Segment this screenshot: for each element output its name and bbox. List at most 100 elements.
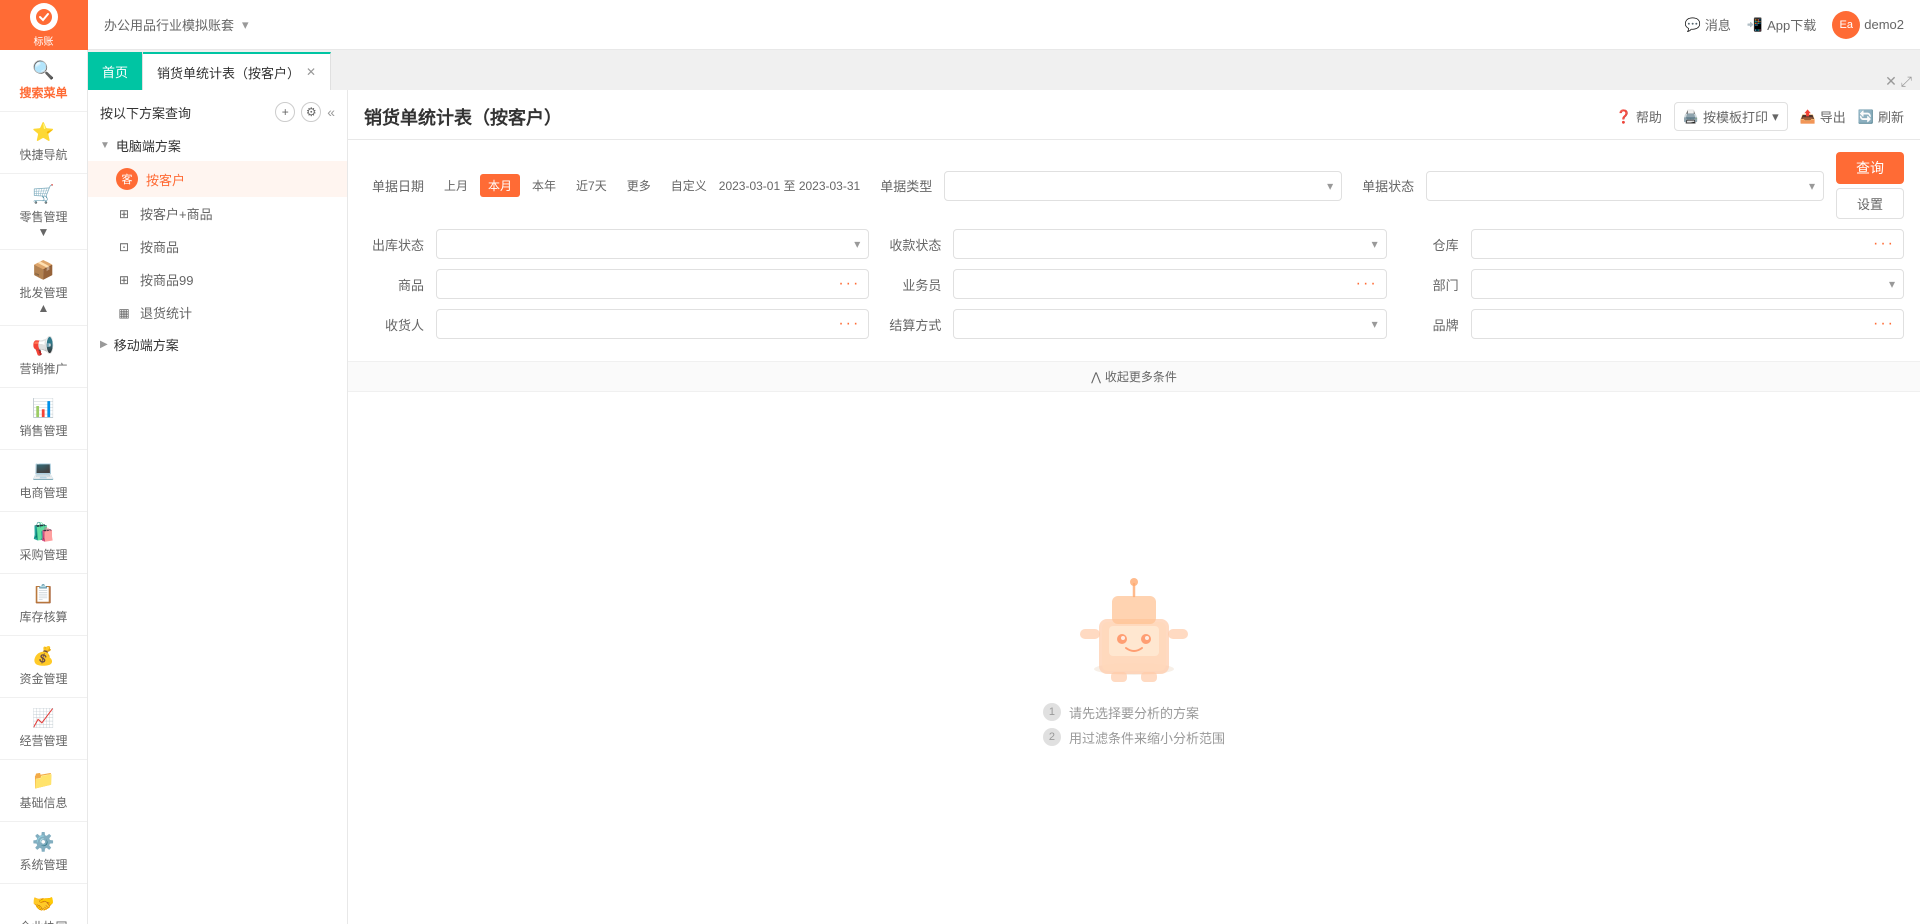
user-menu[interactable]: Ea demo2 [1832, 11, 1904, 39]
refresh-btn[interactable]: 🔄 刷新 [1858, 107, 1904, 126]
collect-status-label: 收款状态 [881, 235, 941, 254]
app-download-label: App下载 [1767, 15, 1816, 34]
app-download-btn[interactable]: 📲 App下载 [1747, 15, 1816, 34]
warehouse-select[interactable]: ··· [1471, 229, 1904, 259]
settings-btn[interactable]: 设置 [1836, 188, 1904, 219]
scheme-return-stat[interactable]: ▦ 退货统计 [88, 296, 347, 329]
order-type-dropdown-icon: ▾ [1327, 179, 1333, 193]
sidebar-item-sales[interactable]: 📊 销售管理 [0, 388, 87, 450]
mobile-expand-icon: ▶ [100, 339, 108, 350]
sidebar-item-enterprise[interactable]: 🤝 企业协同 [0, 884, 87, 924]
filter-row-1: 单据日期 上月 本月 本年 近7天 更多 自定义 2023-03-01 至 20… [364, 152, 1904, 219]
sidebar-item-system[interactable]: ⚙️ 系统管理 [0, 822, 87, 884]
tab-maximize-btn[interactable]: ⤢ [1901, 73, 1912, 90]
refresh-icon: 🔄 [1858, 109, 1874, 125]
empty-hint-2: 2 用过滤条件来缩小分析范围 [1043, 728, 1225, 747]
empty-hint-1: 1 请先选择要分析的方案 [1043, 703, 1225, 722]
tab-close-icon[interactable]: ✕ [306, 65, 316, 79]
sidebar-item-purchase[interactable]: 🛍️ 采购管理 [0, 512, 87, 574]
sidebar-item-finance[interactable]: 💰 资金管理 [0, 636, 87, 698]
out-status-select[interactable]: ▾ [436, 229, 869, 259]
tab-sales-stat[interactable]: 销货单统计表（按客户） ✕ [143, 52, 331, 90]
help-label: 帮助 [1636, 107, 1662, 126]
date-btn-last-month[interactable]: 上月 [436, 174, 476, 197]
order-status-label: 单据状态 [1354, 176, 1414, 195]
sidebar-label-nav: 快捷导航 [19, 146, 67, 163]
export-label: 导出 [1820, 107, 1846, 126]
sidebar-item-wholesale[interactable]: 📦 批发管理 ▲ [0, 250, 87, 326]
help-icon: ❓ [1616, 109, 1632, 125]
salesperson-select[interactable]: ··· [953, 269, 1386, 299]
date-btn-7days[interactable]: 近7天 [568, 174, 615, 197]
date-range: 2023-03-01 至 2023-03-31 [719, 177, 860, 194]
sidebar-item-search[interactable]: 🔍 搜索菜单 [0, 50, 87, 112]
date-btn-this-year[interactable]: 本年 [524, 174, 564, 197]
scheme-by-customer-goods[interactable]: ⊞ 按客户+商品 [88, 197, 347, 230]
collapse-bar[interactable]: ⋀ 收起更多条件 [348, 362, 1920, 392]
order-status-select[interactable]: ▾ [1426, 171, 1824, 201]
scheme-label-customer-goods: 按客户+商品 [140, 204, 213, 223]
desktop-scheme-group: ▼ 电脑端方案 客 按客户 ⊞ 按客户+商品 ⊡ 按商品 ⊞ 按商品99 [88, 130, 347, 329]
goods-label: 商品 [364, 275, 424, 294]
out-status-dropdown-icon: ▾ [854, 237, 860, 251]
date-btn-custom[interactable]: 自定义 [663, 174, 715, 197]
print-icon: 🖨️ [1683, 109, 1699, 125]
add-scheme-btn[interactable]: + [275, 102, 295, 122]
help-btn[interactable]: ❓ 帮助 [1616, 107, 1662, 126]
scheme-settings-btn[interactable]: ⚙ [301, 102, 321, 122]
right-content: 销货单统计表（按客户） ❓ 帮助 🖨️ 按模板打印 ▾ 📤 导出 [348, 90, 1920, 924]
scheme-by-customer[interactable]: 客 按客户 [88, 161, 347, 197]
message-label: 消息 [1705, 15, 1731, 34]
brand-label: 品牌 [1399, 315, 1459, 334]
basic-icon: 📁 [32, 770, 54, 791]
brand-select[interactable]: ··· [1471, 309, 1904, 339]
collapse-panel-btn[interactable]: « [327, 104, 335, 120]
tab-home[interactable]: 首页 [88, 52, 143, 90]
collect-status-select[interactable]: ▾ [953, 229, 1386, 259]
receiver-label: 收货人 [364, 315, 424, 334]
settle-method-label: 结算方式 [881, 315, 941, 334]
sidebar-label-sales: 销售管理 [19, 422, 67, 439]
sidebar-item-operation[interactable]: 📈 经营管理 [0, 698, 87, 760]
query-btn[interactable]: 查询 [1836, 152, 1904, 184]
dropdown-icon[interactable]: ▾ [242, 17, 249, 33]
hint-text-1: 请先选择要分析的方案 [1069, 703, 1199, 722]
sidebar-item-nav[interactable]: ⭐ 快捷导航 [0, 112, 87, 174]
mobile-group-header[interactable]: ▶ 移动端方案 [88, 329, 347, 360]
receiver-select[interactable]: ··· [436, 309, 869, 339]
download-icon: 📲 [1747, 17, 1763, 33]
date-group: 上月 本月 本年 近7天 更多 自定义 2023-03-01 至 2023-03… [436, 174, 860, 197]
left-panel: 按以下方案查询 + ⚙ « ▼ 电脑端方案 客 按客户 ⊞ 按客 [88, 90, 348, 924]
print-dropdown-icon: ▾ [1772, 109, 1779, 125]
collect-status-dropdown-icon: ▾ [1372, 237, 1378, 251]
settle-method-select[interactable]: ▾ [953, 309, 1386, 339]
warehouse-dots: ··· [1873, 235, 1895, 253]
order-type-select[interactable]: ▾ [944, 171, 1342, 201]
export-icon: 📤 [1800, 109, 1816, 125]
department-select[interactable]: ▾ [1471, 269, 1904, 299]
scheme-by-goods[interactable]: ⊡ 按商品 [88, 230, 347, 263]
goods-select[interactable]: ··· [436, 269, 869, 299]
desktop-group-header[interactable]: ▼ 电脑端方案 [88, 130, 347, 161]
sidebar-item-marketing[interactable]: 📢 营销推广 [0, 326, 87, 388]
date-btn-more[interactable]: 更多 [619, 174, 659, 197]
sidebar-item-retail[interactable]: 🛒 零售管理 ▼ [0, 174, 87, 250]
date-btn-this-month[interactable]: 本月 [480, 174, 520, 197]
print-btn[interactable]: 🖨️ 按模板打印 ▾ [1674, 102, 1788, 131]
tab-minimize-btn[interactable]: ✕ [1885, 73, 1897, 90]
sidebar-label-finance: 资金管理 [19, 670, 67, 687]
sidebar-label-purchase: 采购管理 [19, 546, 67, 563]
enterprise-icon: 🤝 [32, 894, 54, 915]
operation-icon: 📈 [32, 708, 54, 729]
sidebar-label-search: 搜索菜单 [19, 84, 67, 101]
purchase-icon: 🛍️ [32, 522, 54, 543]
mobile-group-label: 移动端方案 [114, 335, 179, 354]
sidebar-item-inventory[interactable]: 📋 库存核算 [0, 574, 87, 636]
sidebar-item-basic[interactable]: 📁 基础信息 [0, 760, 87, 822]
empty-text: 1 请先选择要分析的方案 2 用过滤条件来缩小分析范围 [1043, 703, 1225, 753]
message-btn[interactable]: 💬 消息 [1685, 15, 1731, 34]
scheme-by-goods-99[interactable]: ⊞ 按商品99 [88, 263, 347, 296]
sidebar-item-ecommerce[interactable]: 💻 电商管理 [0, 450, 87, 512]
header-left: 办公用品行业模拟账套 ▾ [104, 15, 249, 34]
export-btn[interactable]: 📤 导出 [1800, 107, 1846, 126]
